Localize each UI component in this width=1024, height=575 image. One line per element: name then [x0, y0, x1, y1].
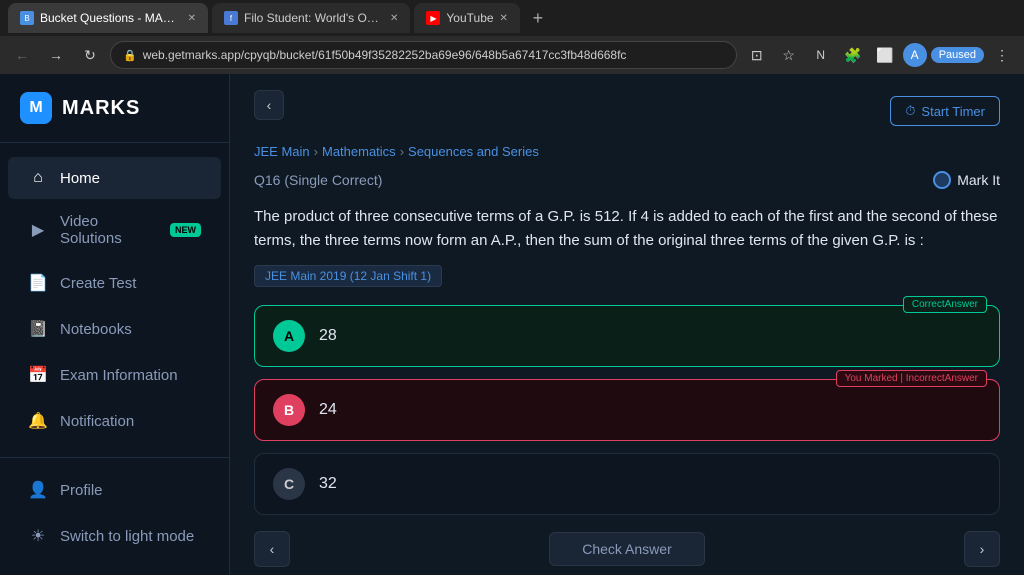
- tab-favicon-bucket: B: [20, 11, 34, 25]
- app-container: M MARKS ⌂ Home ▶ Video Solutions NEW 📄 C…: [0, 74, 1024, 575]
- sidebar: M MARKS ⌂ Home ▶ Video Solutions NEW 📄 C…: [0, 74, 230, 575]
- question-tag[interactable]: JEE Main 2019 (12 Jan Shift 1): [254, 265, 442, 287]
- sidebar-item-exam-information[interactable]: 📅 Exam Information: [8, 353, 221, 397]
- tab-filo[interactable]: f Filo Student: World's Only Live h ✕: [212, 3, 410, 33]
- create-test-icon: 📄: [28, 273, 48, 293]
- browser-chrome: B Bucket Questions - MARKS App ✕ f Filo …: [0, 0, 1024, 74]
- option-c[interactable]: C 32: [254, 453, 1000, 515]
- question-header: Q16 (Single Correct) Mark It: [254, 171, 1000, 189]
- question-type: Q16 (Single Correct): [254, 172, 382, 188]
- correct-answer-badge: CorrectAnswer: [903, 296, 987, 313]
- tab-label-filo: Filo Student: World's Only Live h: [244, 11, 384, 25]
- option-c-letter: C: [273, 468, 305, 500]
- sidebar-item-create-test[interactable]: 📄 Create Test: [8, 261, 221, 305]
- sidebar-item-light-mode[interactable]: ☀ Switch to light mode: [8, 514, 221, 558]
- sidebar-item-logout[interactable]: ↪ Logout: [8, 560, 221, 575]
- option-b[interactable]: You Marked | IncorrectAnswer B 24: [254, 379, 1000, 441]
- option-b-letter: B: [273, 394, 305, 426]
- menu-button[interactable]: ⋮: [988, 41, 1016, 69]
- breadcrumb-jee-main[interactable]: JEE Main: [254, 144, 310, 159]
- tab-close-filo[interactable]: ✕: [390, 13, 398, 24]
- option-a-value: 28: [319, 327, 337, 345]
- breadcrumb-sep-1: ›: [314, 144, 318, 159]
- breadcrumb-sep-2: ›: [400, 144, 404, 159]
- lock-icon: 🔒: [123, 49, 137, 62]
- sidebar-item-label-light-mode: Switch to light mode: [60, 528, 194, 545]
- tab-label-bucket: Bucket Questions - MARKS App: [40, 11, 182, 25]
- logo-icon: M: [20, 92, 52, 124]
- tab-youtube[interactable]: ▶ YouTube ✕: [414, 3, 520, 33]
- mark-it-button[interactable]: Mark It: [933, 171, 1000, 189]
- options-container: CorrectAnswer A 28 You Marked | Incorrec…: [254, 305, 1000, 515]
- address-text: web.getmarks.app/cpyqb/bucket/61f50b49f3…: [143, 48, 627, 62]
- video-icon: ▶: [28, 220, 48, 240]
- breadcrumb: JEE Main › Mathematics › Sequences and S…: [254, 144, 1000, 159]
- start-timer-button[interactable]: ⏱ Start Timer: [890, 96, 1000, 126]
- sidebar-item-profile[interactable]: 👤 Profile: [8, 468, 221, 512]
- tab-favicon-youtube: ▶: [426, 11, 440, 25]
- notebooks-icon: 📓: [28, 319, 48, 339]
- home-icon: ⌂: [28, 169, 48, 187]
- back-button-content[interactable]: ‹: [254, 90, 284, 120]
- sidebar-nav: ⌂ Home ▶ Video Solutions NEW 📄 Create Te…: [0, 143, 229, 457]
- exam-icon: 📅: [28, 365, 48, 385]
- question-text: The product of three consecutive terms o…: [254, 205, 1000, 253]
- notification-icon: 🔔: [28, 411, 48, 431]
- start-timer-label: Start Timer: [921, 104, 985, 119]
- timer-icon: ⏱: [905, 103, 915, 119]
- sidebar-item-notebooks[interactable]: 📓 Notebooks: [8, 307, 221, 351]
- sidebar-item-label-notebooks: Notebooks: [60, 321, 132, 338]
- sidebar-item-video-solutions[interactable]: ▶ Video Solutions NEW: [8, 201, 221, 259]
- prev-question-button[interactable]: ‹: [254, 531, 290, 567]
- logo-text: MARKS: [62, 97, 140, 120]
- sidebar-logo: M MARKS: [0, 74, 229, 143]
- new-badge: NEW: [170, 223, 201, 237]
- new-tab-button[interactable]: +: [524, 4, 552, 32]
- option-b-value: 24: [319, 401, 337, 419]
- tab-bar: B Bucket Questions - MARKS App ✕ f Filo …: [0, 0, 1024, 36]
- cast-button[interactable]: ⊡: [743, 41, 771, 69]
- sidebar-bottom: 👤 Profile ☀ Switch to light mode ↪ Logou…: [0, 457, 229, 575]
- tab-label-youtube: YouTube: [446, 11, 493, 25]
- nav-buttons: ‹ Check Answer ›: [254, 531, 1000, 567]
- forward-button[interactable]: →: [42, 41, 70, 69]
- profile-avatar[interactable]: A: [903, 43, 927, 67]
- incorrect-answer-badge: You Marked | IncorrectAnswer: [836, 370, 987, 387]
- nav-bar: ← → ↻ 🔒 web.getmarks.app/cpyqb/bucket/61…: [0, 36, 1024, 74]
- option-a-letter: A: [273, 320, 305, 352]
- puzzle-button[interactable]: 🧩: [839, 41, 867, 69]
- extension-button[interactable]: N: [807, 41, 835, 69]
- check-answer-button[interactable]: Check Answer: [549, 532, 704, 566]
- tab-close-youtube[interactable]: ✕: [500, 13, 508, 24]
- option-a[interactable]: CorrectAnswer A 28: [254, 305, 1000, 367]
- option-c-value: 32: [319, 475, 337, 493]
- sidebar-item-label-create-test: Create Test: [60, 275, 136, 292]
- sidebar-item-label-exam: Exam Information: [60, 367, 178, 384]
- sidebar-item-home[interactable]: ⌂ Home: [8, 157, 221, 199]
- sidebar-item-notification[interactable]: 🔔 Notification: [8, 399, 221, 443]
- light-mode-icon: ☀: [28, 526, 48, 546]
- back-button[interactable]: ←: [8, 41, 36, 69]
- mark-circle-icon: [933, 171, 951, 189]
- window-button[interactable]: ⬜: [871, 41, 899, 69]
- main-content: ‹ ⏱ Start Timer JEE Main › Mathematics ›…: [230, 74, 1024, 575]
- sidebar-item-label-video: Video Solutions: [60, 213, 154, 247]
- content-inner: ‹ ⏱ Start Timer JEE Main › Mathematics ›…: [230, 74, 1024, 575]
- tab-favicon-filo: f: [224, 11, 238, 25]
- nav-actions: ⊡ ☆ N 🧩 ⬜ A Paused ⋮: [743, 41, 1016, 69]
- tab-close-bucket[interactable]: ✕: [188, 13, 196, 24]
- bookmark-button[interactable]: ☆: [775, 41, 803, 69]
- sidebar-item-label-home: Home: [60, 170, 100, 187]
- address-bar[interactable]: 🔒 web.getmarks.app/cpyqb/bucket/61f50b49…: [110, 41, 737, 69]
- breadcrumb-mathematics[interactable]: Mathematics: [322, 144, 396, 159]
- paused-badge[interactable]: Paused: [931, 47, 984, 63]
- profile-icon: 👤: [28, 480, 48, 500]
- sidebar-item-label-notification: Notification: [60, 413, 134, 430]
- next-question-button[interactable]: ›: [964, 531, 1000, 567]
- sidebar-item-label-profile: Profile: [60, 482, 103, 499]
- breadcrumb-sequences[interactable]: Sequences and Series: [408, 144, 539, 159]
- mark-it-label: Mark It: [957, 172, 1000, 188]
- reload-button[interactable]: ↻: [76, 41, 104, 69]
- tab-bucket-questions[interactable]: B Bucket Questions - MARKS App ✕: [8, 3, 208, 33]
